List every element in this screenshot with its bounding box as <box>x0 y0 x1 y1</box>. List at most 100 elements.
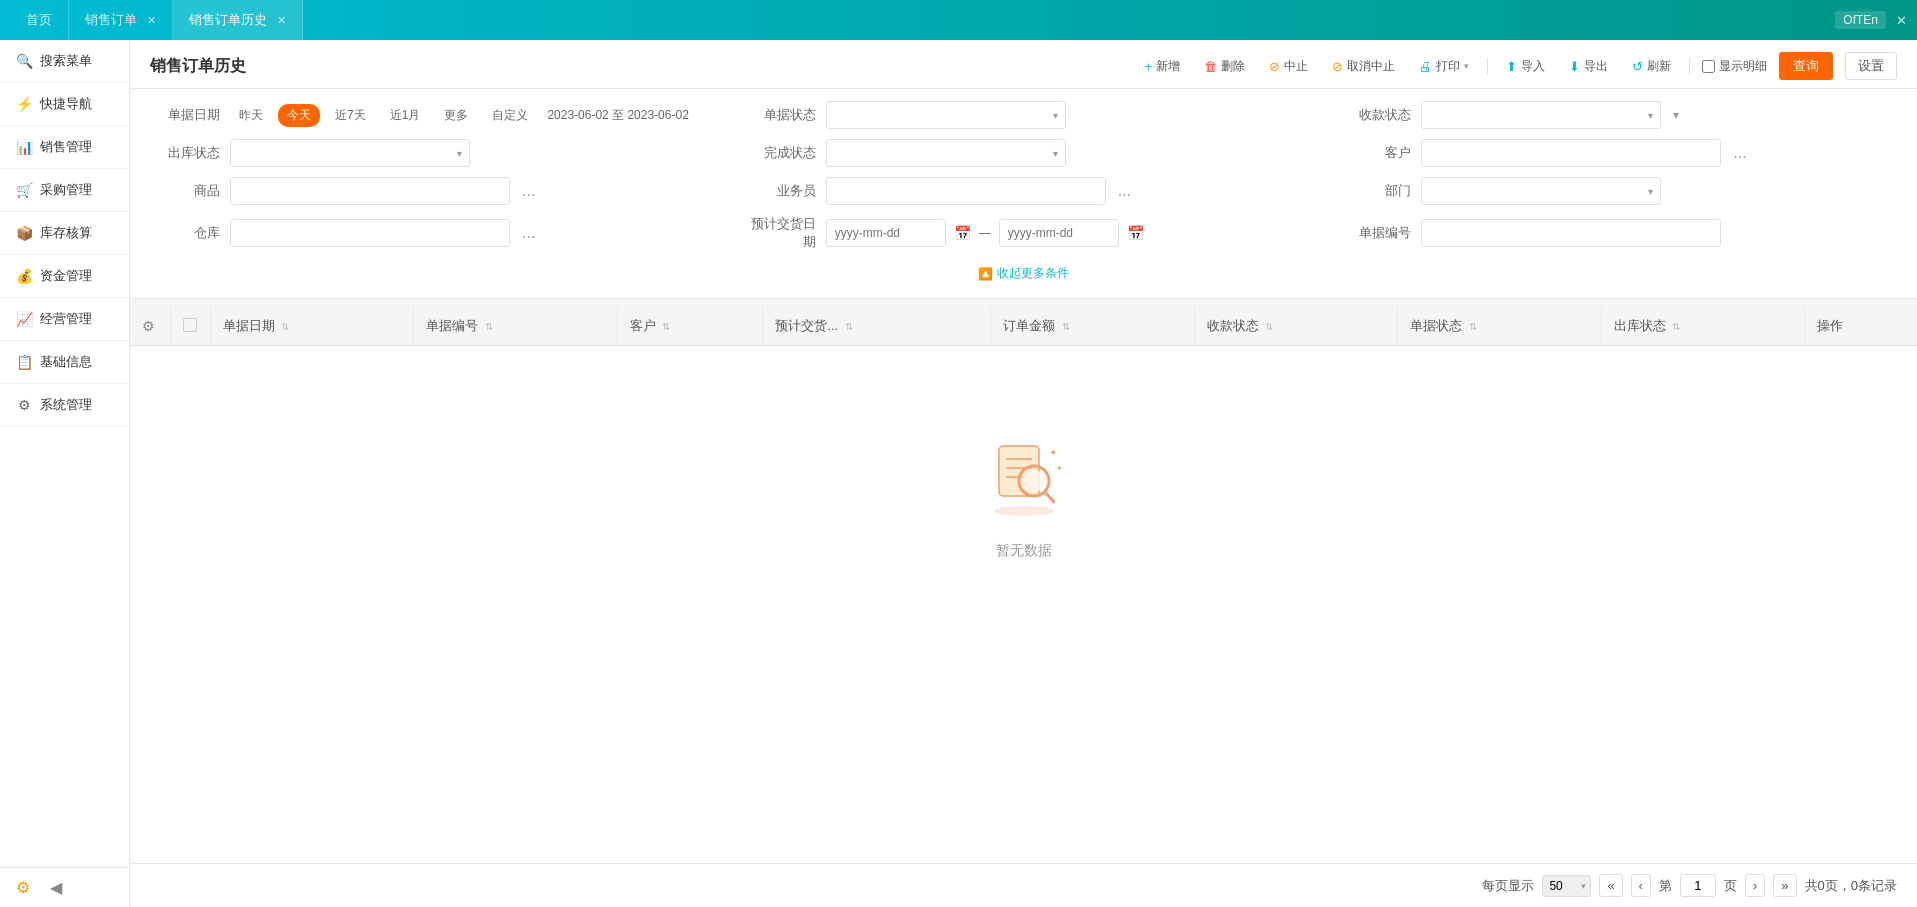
show-detail-container: 显示明细 <box>1702 58 1767 75</box>
goods-label: 商品 <box>150 182 230 200</box>
expected-date-from[interactable] <box>826 219 946 247</box>
refresh-button[interactable]: ↺ 刷新 <box>1626 54 1677 79</box>
tab-sales-order-history[interactable]: 销售订单历史 ✕ <box>173 0 303 40</box>
export-button[interactable]: ⬇ 导出 <box>1563 54 1614 79</box>
col-expected-date[interactable]: 预计交货... ⇅ <box>763 307 991 346</box>
col-date[interactable]: 单据日期 ⇅ <box>210 307 414 346</box>
delete-button[interactable]: 🗑 删除 <box>1198 54 1251 79</box>
sidebar-collapse-icon[interactable]: ◀ <box>50 878 62 897</box>
customer-dots[interactable]: ... <box>1733 144 1746 162</box>
salesperson-input[interactable] <box>826 177 1106 205</box>
delete-label: 删除 <box>1221 58 1245 75</box>
out-status-select[interactable] <box>230 139 470 167</box>
page-number-input[interactable]: 1 <box>1680 874 1716 897</box>
tab-sales-order[interactable]: 销售订单 ✕ <box>69 0 173 40</box>
sidebar-item-system[interactable]: ⚙ 系统管理 <box>0 384 129 427</box>
goods-dots[interactable]: ... <box>522 182 535 200</box>
tab-sales-order-history-label: 销售订单历史 <box>189 11 267 29</box>
first-page-button[interactable]: « <box>1599 874 1622 897</box>
sidebar-item-finance[interactable]: 💰 资金管理 <box>0 255 129 298</box>
refresh-label: 刷新 <box>1647 58 1671 75</box>
quick-nav-icon: ⚡ <box>16 96 32 112</box>
filter-row-2: 出库状态 完成状态 客户 <box>150 139 1897 167</box>
print-button[interactable]: 🖨 打印 ▾ <box>1413 54 1475 79</box>
col-expected-date-sort-icon: ⇅ <box>845 321 853 332</box>
sidebar-item-inventory[interactable]: 📦 库存核算 <box>0 212 129 255</box>
warehouse-input[interactable] <box>230 219 510 247</box>
operations-icon: 📈 <box>16 311 32 327</box>
filter-row-4: 仓库 ... 预计交货日期 📅 — 📅 单据编号 <box>150 215 1897 251</box>
delete-icon: 🗑 <box>1204 59 1217 74</box>
sidebar-item-operations[interactable]: 📈 经营管理 <box>0 298 129 341</box>
col-amount[interactable]: 订单金额 ⇅ <box>991 307 1195 346</box>
date-btn-yesterday[interactable]: 昨天 <box>230 104 272 127</box>
inventory-icon: 📦 <box>16 225 32 241</box>
new-button[interactable]: + 新增 <box>1138 54 1186 79</box>
date-btn-1month[interactable]: 近1月 <box>381 104 430 127</box>
out-status-control <box>230 139 706 167</box>
topbar-close-icon[interactable]: ✕ <box>1896 13 1907 28</box>
tab-sales-order-close[interactable]: ✕ <box>147 14 156 27</box>
order-no-input[interactable] <box>1421 219 1721 247</box>
customer-label: 客户 <box>1341 144 1421 162</box>
select-all-checkbox[interactable] <box>183 318 197 332</box>
filter-row-1: 单据日期 昨天 今天 近7天 近1月 更多 自定义 2023-06-02 至 2… <box>150 101 1897 129</box>
date-btn-custom[interactable]: 自定义 <box>483 104 537 127</box>
sidebar-item-search-menu[interactable]: 🔍 搜索菜单 <box>0 40 129 83</box>
stop-icon: ⊘ <box>1269 59 1280 74</box>
finance-icon: 💰 <box>16 268 32 284</box>
date-btn-7days[interactable]: 近7天 <box>326 104 375 127</box>
sidebar-item-quick-nav[interactable]: ⚡ 快捷导航 <box>0 83 129 126</box>
prev-page-button[interactable]: ‹ <box>1631 874 1651 897</box>
cancel-stop-button[interactable]: ⊘ 取消中止 <box>1326 54 1401 79</box>
cancel-stop-icon: ⊘ <box>1332 59 1343 74</box>
settings-button[interactable]: 设置 <box>1845 52 1897 80</box>
data-table: ⚙ 单据日期 ⇅ 单据编号 ⇅ <box>130 307 1917 640</box>
sidebar-item-sales-mgmt[interactable]: 📊 销售管理 <box>0 126 129 169</box>
complete-status-select[interactable] <box>826 139 1066 167</box>
expected-date-label: 预计交货日期 <box>746 215 826 251</box>
goods-input[interactable] <box>230 177 510 205</box>
expected-date-to[interactable] <box>999 219 1119 247</box>
sidebar-item-sales-mgmt-label: 销售管理 <box>40 138 92 156</box>
col-order-status[interactable]: 单据状态 ⇅ <box>1398 307 1602 346</box>
order-status-label: 单据状态 <box>746 106 826 124</box>
import-button[interactable]: ⬆ 导入 <box>1500 54 1551 79</box>
collapse-button[interactable]: 🔼 收起更多条件 <box>150 261 1897 286</box>
sidebar-item-quick-nav-label: 快捷导航 <box>40 95 92 113</box>
payment-status-select[interactable] <box>1421 101 1661 129</box>
sidebar-settings-icon[interactable]: ⚙ <box>16 878 30 897</box>
order-status-control <box>826 101 1302 129</box>
col-customer[interactable]: 客户 ⇅ <box>617 307 763 346</box>
sidebar-item-purchase-mgmt[interactable]: 🛒 采购管理 <box>0 169 129 212</box>
warehouse-dots[interactable]: ... <box>522 224 535 242</box>
show-detail-checkbox[interactable] <box>1702 60 1715 73</box>
last-page-button[interactable]: » <box>1773 874 1796 897</box>
customer-input[interactable] <box>1421 139 1721 167</box>
next-page-button[interactable]: › <box>1745 874 1765 897</box>
date-btn-today[interactable]: 今天 <box>278 104 320 127</box>
warehouse-label: 仓库 <box>150 224 230 242</box>
tab-home[interactable]: 首页 <box>10 0 69 40</box>
tab-sales-order-history-close[interactable]: ✕ <box>277 14 286 27</box>
stop-button[interactable]: ⊘ 中止 <box>1263 54 1314 79</box>
salesperson-dots[interactable]: ... <box>1118 182 1131 200</box>
export-icon: ⬇ <box>1569 59 1580 74</box>
col-order-no[interactable]: 单据编号 ⇅ <box>414 307 618 346</box>
order-status-select[interactable] <box>826 101 1066 129</box>
expected-date-to-calendar-icon[interactable]: 📅 <box>1127 225 1144 241</box>
col-order-no-sort-icon: ⇅ <box>485 321 493 332</box>
salesperson-label: 业务员 <box>746 182 826 200</box>
col-out-status[interactable]: 出库状态 ⇅ <box>1601 307 1805 346</box>
col-payment-status[interactable]: 收款状态 ⇅ <box>1194 307 1398 346</box>
date-btn-more[interactable]: 更多 <box>435 104 477 127</box>
sidebar-item-basic-info[interactable]: 📋 基础信息 <box>0 341 129 384</box>
department-select[interactable] <box>1421 177 1661 205</box>
query-button[interactable]: 查询 <box>1779 52 1833 80</box>
purchase-mgmt-icon: 🛒 <box>16 182 32 198</box>
date-group: 昨天 今天 近7天 近1月 更多 自定义 2023-06-02 至 2023-0… <box>230 104 689 127</box>
expected-date-from-calendar-icon[interactable]: 📅 <box>954 225 971 241</box>
import-icon: ⬆ <box>1506 59 1517 74</box>
table-settings-icon[interactable]: ⚙ <box>142 318 155 334</box>
page-size-select[interactable]: 50 10 20 100 <box>1542 875 1591 897</box>
